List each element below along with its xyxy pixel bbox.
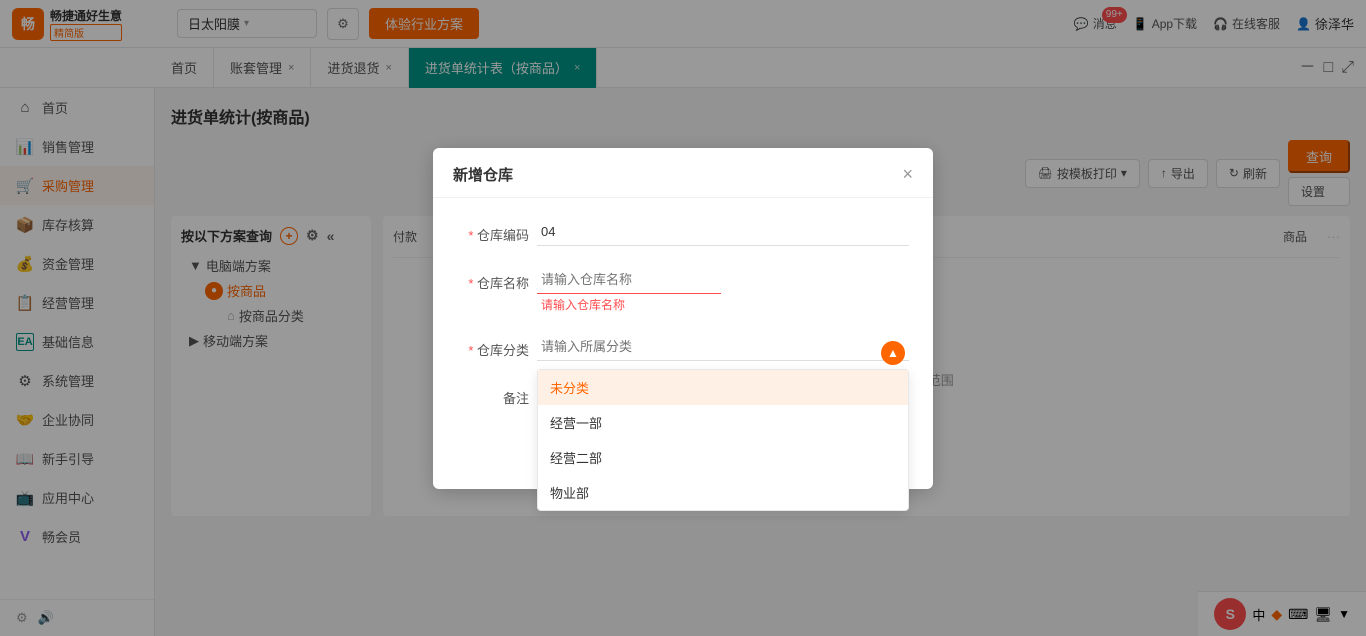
category-dropdown-arrow[interactable]: ▲: [881, 341, 905, 365]
modal-close-button[interactable]: ×: [902, 164, 913, 185]
code-label: 仓库编码: [457, 218, 537, 244]
modal-new-warehouse: 新增仓库 × 仓库编码 仓库名称 请输入仓库名称 仓库分类: [433, 148, 933, 489]
dropdown-item-property[interactable]: 物业部: [538, 475, 908, 510]
category-dropdown-list: 未分类 经营一部 经营二部 物业部: [537, 369, 909, 511]
name-label: 仓库名称: [457, 266, 537, 292]
note-label: 备注: [457, 381, 537, 407]
code-input[interactable]: [537, 218, 909, 246]
form-row-code: 仓库编码: [457, 218, 909, 246]
form-row-name: 仓库名称 请输入仓库名称: [457, 266, 909, 313]
category-input[interactable]: [537, 333, 909, 361]
category-label: 仓库分类: [457, 333, 537, 359]
dropdown-item-dept2[interactable]: 经营二部: [538, 440, 908, 475]
dropdown-item-unclassified[interactable]: 未分类: [538, 370, 908, 405]
modal-header: 新增仓库 ×: [433, 148, 933, 198]
modal-overlay[interactable]: 新增仓库 × 仓库编码 仓库名称 请输入仓库名称 仓库分类: [0, 0, 1366, 636]
modal-body: 仓库编码 仓库名称 请输入仓库名称 仓库分类 ▲: [433, 198, 933, 429]
modal-title: 新增仓库: [453, 164, 513, 185]
name-input[interactable]: [537, 266, 721, 294]
name-error-message: 请输入仓库名称: [541, 296, 625, 313]
category-select-wrapper: ▲ 未分类 经营一部 经营二部 物业部: [537, 333, 909, 361]
dropdown-item-dept1[interactable]: 经营一部: [538, 405, 908, 440]
form-row-category: 仓库分类 ▲ 未分类 经营一部 经营二部 物业部: [457, 333, 909, 361]
